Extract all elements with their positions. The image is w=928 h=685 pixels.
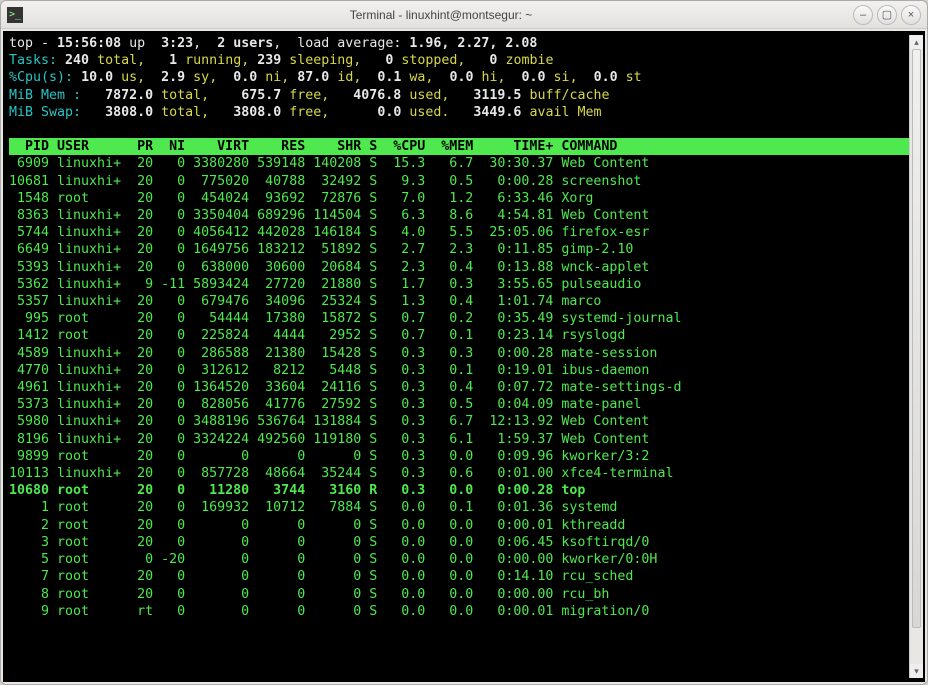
- scrollbar[interactable]: ▴ ▾: [909, 35, 923, 678]
- titlebar[interactable]: >_ Terminal - linuxhint@montsegur: ~ – ▢…: [1, 1, 927, 29]
- process-row: 8363 linuxhi+ 20 0 3350404 689296 114504…: [9, 207, 909, 224]
- terminal-output[interactable]: top - 15:56:08 up 3:23, 2 users, load av…: [9, 35, 909, 678]
- process-row: 6649 linuxhi+ 20 0 1649756 183212 51892 …: [9, 241, 909, 258]
- terminal-icon: >_: [7, 7, 23, 23]
- terminal-area: top - 15:56:08 up 3:23, 2 users, load av…: [3, 31, 925, 682]
- scroll-down-button[interactable]: ▾: [910, 664, 923, 678]
- process-row: 5373 linuxhi+ 20 0 828056 41776 27592 S …: [9, 396, 909, 413]
- process-row: 4961 linuxhi+ 20 0 1364520 33604 24116 S…: [9, 379, 909, 396]
- scroll-up-button[interactable]: ▴: [910, 35, 923, 49]
- process-row: 8 root 20 0 0 0 0 S 0.0 0.0 0:00.00 rcu_…: [9, 586, 909, 603]
- window-controls: – ▢ ×: [853, 5, 921, 25]
- process-row: 5357 linuxhi+ 20 0 679476 34096 25324 S …: [9, 293, 909, 310]
- process-row: 8196 linuxhi+ 20 0 3324224 492560 119180…: [9, 431, 909, 448]
- process-row: 10680 root 20 0 11280 3744 3160 R 0.3 0.…: [9, 482, 909, 499]
- process-row: 995 root 20 0 54444 17380 15872 S 0.7 0.…: [9, 310, 909, 327]
- scroll-thumb[interactable]: [912, 49, 921, 628]
- process-row: 1 root 20 0 169932 10712 7884 S 0.0 0.1 …: [9, 499, 909, 516]
- minimize-button[interactable]: –: [853, 5, 873, 25]
- process-row: 1548 root 20 0 454024 93692 72876 S 7.0 …: [9, 190, 909, 207]
- terminal-window: >_ Terminal - linuxhint@montsegur: ~ – ▢…: [0, 0, 928, 685]
- process-row: 9 root rt 0 0 0 0 S 0.0 0.0 0:00.01 migr…: [9, 603, 909, 620]
- process-row: 5980 linuxhi+ 20 0 3488196 536764 131884…: [9, 413, 909, 430]
- process-row: 1412 root 20 0 225824 4444 2952 S 0.7 0.…: [9, 327, 909, 344]
- process-row: 3 root 20 0 0 0 0 S 0.0 0.0 0:06.45 ksof…: [9, 534, 909, 551]
- maximize-button[interactable]: ▢: [877, 5, 897, 25]
- window-title: Terminal - linuxhint@montsegur: ~: [29, 8, 853, 22]
- process-row: 4589 linuxhi+ 20 0 286588 21380 15428 S …: [9, 345, 909, 362]
- process-row: 5393 linuxhi+ 20 0 638000 30600 20684 S …: [9, 259, 909, 276]
- process-row: 5362 linuxhi+ 9 -11 5893424 27720 21880 …: [9, 276, 909, 293]
- process-row: 4770 linuxhi+ 20 0 312612 8212 5448 S 0.…: [9, 362, 909, 379]
- process-header: PID USER PR NI VIRT RES SHR S %CPU %MEM …: [9, 138, 909, 155]
- process-row: 7 root 20 0 0 0 0 S 0.0 0.0 0:14.10 rcu_…: [9, 568, 909, 585]
- process-row: 6909 linuxhi+ 20 0 3380280 539148 140208…: [9, 155, 909, 172]
- process-row: 2 root 20 0 0 0 0 S 0.0 0.0 0:00.01 kthr…: [9, 517, 909, 534]
- process-row: 5744 linuxhi+ 20 0 4056412 442028 146184…: [9, 224, 909, 241]
- process-row: 10681 linuxhi+ 20 0 775020 40788 32492 S…: [9, 173, 909, 190]
- process-row: 10113 linuxhi+ 20 0 857728 48664 35244 S…: [9, 465, 909, 482]
- close-button[interactable]: ×: [901, 5, 921, 25]
- process-row: 5 root 0 -20 0 0 0 S 0.0 0.0 0:00.00 kwo…: [9, 551, 909, 568]
- process-row: 9899 root 20 0 0 0 0 S 0.3 0.0 0:09.96 k…: [9, 448, 909, 465]
